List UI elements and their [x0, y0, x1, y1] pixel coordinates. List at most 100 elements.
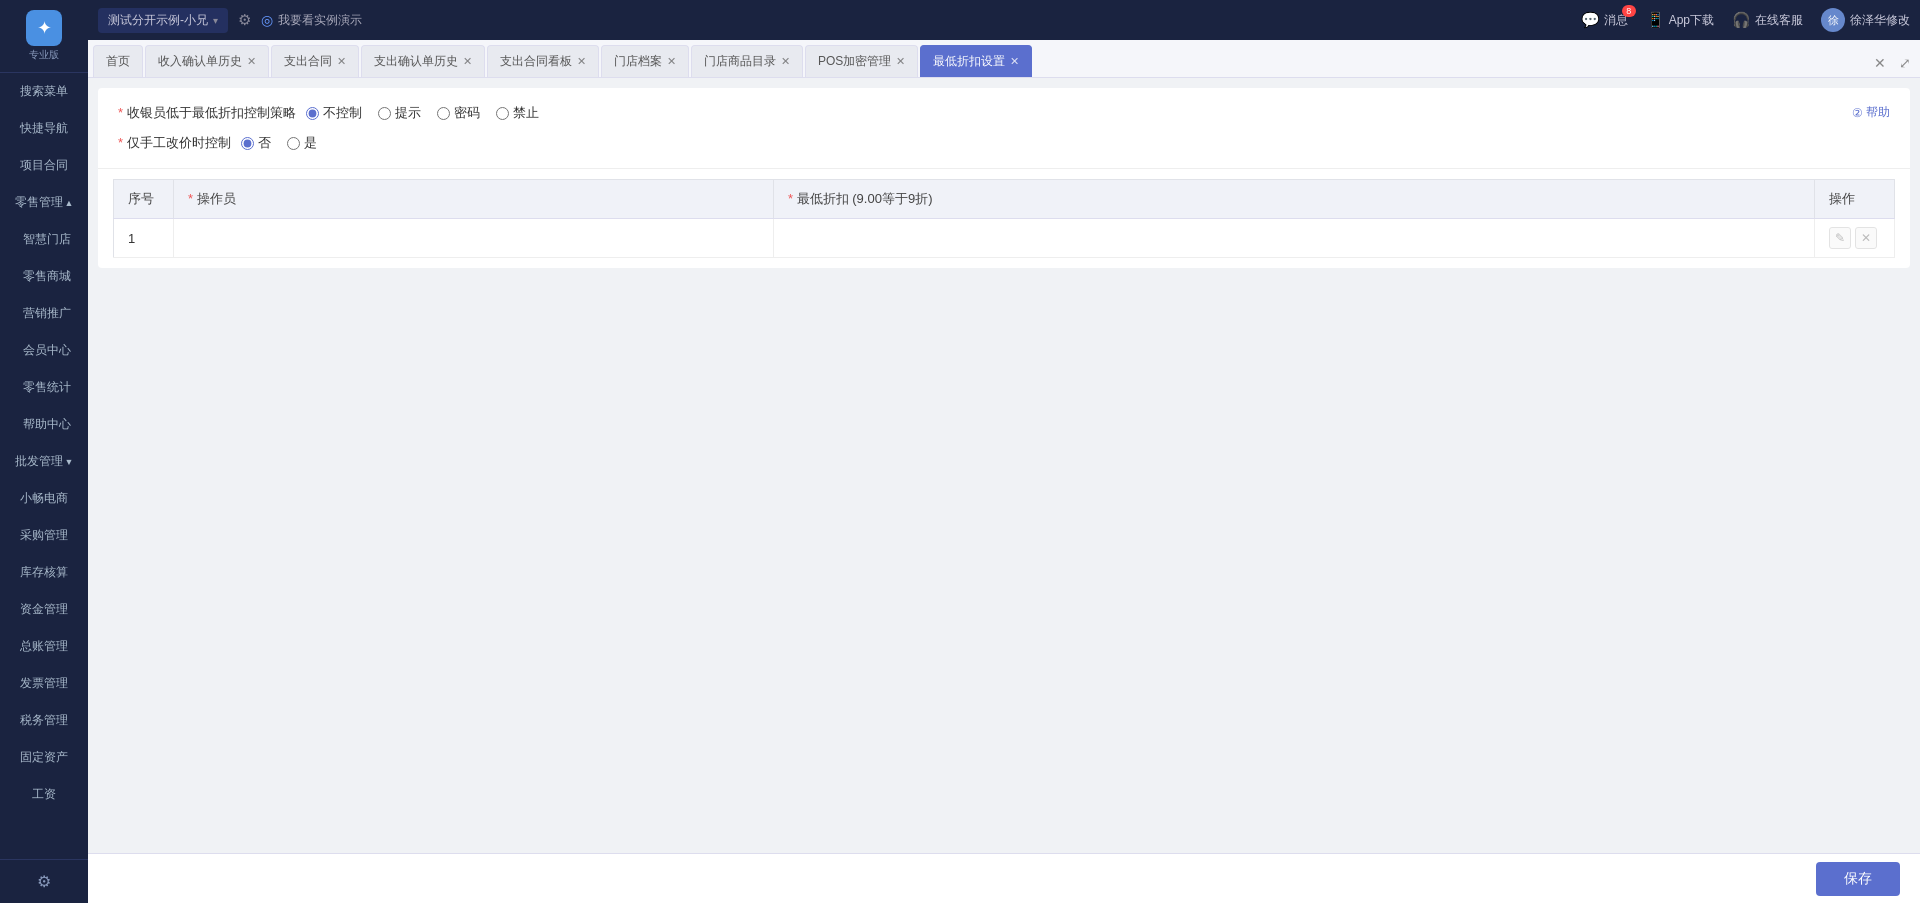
sidebar-item-label: 采购管理 [20, 527, 68, 544]
tabbar: 首页 收入确认单历史 ✕ 支出合同 ✕ 支出确认单历史 ✕ 支出合同看板 ✕ 门… [88, 40, 1920, 78]
sidebar-item-tax[interactable]: 税务管理 [0, 702, 88, 739]
demo-icon: ◎ [261, 12, 273, 28]
retail-collapse-icon: ▲ [65, 198, 74, 208]
sidebar-item-batch[interactable]: 批发管理 ▼ [0, 443, 88, 480]
sidebar-item-smart-store[interactable]: 智慧门店 [0, 221, 88, 258]
tab-payment-confirm[interactable]: 支出确认单历史 ✕ [361, 45, 485, 77]
manual-yes-label: 是 [304, 134, 317, 152]
delete-button[interactable]: ✕ [1855, 227, 1877, 249]
tab-income-confirm-close-icon[interactable]: ✕ [247, 55, 256, 68]
demo-text: 我要看实例演示 [278, 12, 362, 29]
tab-payment-contract-label: 支出合同 [284, 53, 332, 70]
save-button[interactable]: 保存 [1816, 862, 1900, 896]
sidebar-item-label: 智慧门店 [23, 231, 71, 248]
sidebar-item-member[interactable]: 会员中心 [0, 332, 88, 369]
sidebar-item-ledger[interactable]: 总账管理 [0, 628, 88, 665]
sidebar-item-asset[interactable]: 固定资产 [0, 739, 88, 776]
cell-seq: 1 [114, 219, 174, 258]
sidebar-item-retail-mall[interactable]: 零售商城 [0, 258, 88, 295]
tab-store-archive-label: 门店档案 [614, 53, 662, 70]
option-no-control[interactable]: 不控制 [306, 104, 362, 122]
help-link[interactable]: ② 帮助 [1852, 104, 1890, 121]
tab-store-archive[interactable]: 门店档案 ✕ [601, 45, 689, 77]
tab-payment-contract[interactable]: 支出合同 ✕ [271, 45, 359, 77]
project-selector[interactable]: 测试分开示例-小兄 ▾ [98, 8, 228, 33]
expand-tabs-icon[interactable]: ⤢ [1895, 53, 1915, 73]
sidebar-item-capital[interactable]: 资金管理 [0, 591, 88, 628]
content-area: ② 帮助 收银员低于最低折扣控制策略 不控制 提示 [88, 78, 1920, 853]
tab-payment-view[interactable]: 支出合同看板 ✕ [487, 45, 599, 77]
forbid-label: 禁止 [513, 104, 539, 122]
manual-yes-radio[interactable] [287, 137, 300, 150]
user-menu[interactable]: 徐 徐泽华修改 [1821, 8, 1910, 32]
sidebar-item-inventory[interactable]: 库存核算 [0, 554, 88, 591]
option-forbid[interactable]: 禁止 [496, 104, 539, 122]
tabbar-actions: ✕ ⤢ [1870, 53, 1915, 77]
sidebar-item-retail-stat[interactable]: 零售统计 [0, 369, 88, 406]
manual-no-radio[interactable] [241, 137, 254, 150]
sidebar-item-project[interactable]: 项目合同 [0, 147, 88, 184]
sidebar-item-search[interactable]: 搜索菜单 [0, 73, 88, 110]
tab-store-products[interactable]: 门店商品目录 ✕ [691, 45, 803, 77]
app-download-label: App下载 [1669, 12, 1714, 29]
message-button[interactable]: 💬 消息 8 [1581, 11, 1628, 29]
close-tab-icon[interactable]: ✕ [1870, 53, 1890, 73]
option-no[interactable]: 否 [241, 134, 271, 152]
sidebar: ✦ 专业版 搜索菜单 快捷导航 项目合同 零售管理 ▲ 智慧门店 零售商城 营销… [0, 0, 88, 903]
project-name: 测试分开示例-小兄 [108, 12, 208, 29]
no-control-radio[interactable] [306, 107, 319, 120]
customer-service-button[interactable]: 🎧 在线客服 [1732, 11, 1803, 29]
tab-store-archive-close-icon[interactable]: ✕ [667, 55, 676, 68]
avatar: 徐 [1821, 8, 1845, 32]
batch-expand-icon: ▼ [65, 457, 74, 467]
manual-price-options: 否 是 [241, 134, 317, 152]
demo-link[interactable]: ◎ 我要看实例演示 [261, 12, 362, 29]
sidebar-item-ecommerce[interactable]: 小畅电商 [0, 480, 88, 517]
user-name: 徐泽华修改 [1850, 12, 1910, 29]
option-password[interactable]: 密码 [437, 104, 480, 122]
message-icon: 💬 [1581, 11, 1600, 29]
edit-button[interactable]: ✎ [1829, 227, 1851, 249]
sidebar-item-label: 小畅电商 [20, 490, 68, 507]
password-radio[interactable] [437, 107, 450, 120]
sidebar-item-invoice[interactable]: 发票管理 [0, 665, 88, 702]
tab-home[interactable]: 首页 [93, 45, 143, 77]
topbar: 测试分开示例-小兄 ▾ ⚙ ◎ 我要看实例演示 💬 消息 8 📱 App下载 🎧… [88, 0, 1920, 40]
tab-payment-view-close-icon[interactable]: ✕ [577, 55, 586, 68]
tab-min-discount[interactable]: 最低折扣设置 ✕ [920, 45, 1032, 77]
sidebar-item-marketing[interactable]: 营销推广 [0, 295, 88, 332]
sidebar-item-purchase[interactable]: 采购管理 [0, 517, 88, 554]
content-panel: ② 帮助 收银员低于最低折扣控制策略 不控制 提示 [98, 88, 1910, 268]
help-text: 帮助 [1866, 104, 1890, 121]
forbid-radio[interactable] [496, 107, 509, 120]
sidebar-item-help[interactable]: 帮助中心 [0, 406, 88, 443]
tab-pos-password[interactable]: POS加密管理 ✕ [805, 45, 918, 77]
sidebar-item-shortcut[interactable]: 快捷导航 [0, 110, 88, 147]
sidebar-item-salary[interactable]: 工资 [0, 776, 88, 813]
table-section: 序号 操作员 最低折扣 (9.00等于9折) 操作 1 [98, 169, 1910, 268]
option-remind[interactable]: 提示 [378, 104, 421, 122]
settings-icon[interactable]: ⚙ [37, 872, 51, 891]
footer: 保存 [88, 853, 1920, 903]
password-label: 密码 [454, 104, 480, 122]
customer-service-label: 在线客服 [1755, 12, 1803, 29]
cell-actions: ✎ ✕ [1815, 219, 1895, 258]
remind-radio[interactable] [378, 107, 391, 120]
tab-payment-contract-close-icon[interactable]: ✕ [337, 55, 346, 68]
sidebar-item-label: 零售统计 [23, 379, 71, 396]
option-yes[interactable]: 是 [287, 134, 317, 152]
tab-payment-confirm-label: 支出确认单历史 [374, 53, 458, 70]
topbar-gear-icon[interactable]: ⚙ [238, 11, 251, 29]
tab-pos-password-close-icon[interactable]: ✕ [896, 55, 905, 68]
tab-min-discount-close-icon[interactable]: ✕ [1010, 55, 1019, 68]
main-area: 测试分开示例-小兄 ▾ ⚙ ◎ 我要看实例演示 💬 消息 8 📱 App下载 🎧… [88, 0, 1920, 903]
tab-store-products-close-icon[interactable]: ✕ [781, 55, 790, 68]
tab-payment-confirm-close-icon[interactable]: ✕ [463, 55, 472, 68]
tab-income-confirm[interactable]: 收入确认单历史 ✕ [145, 45, 269, 77]
tab-min-discount-label: 最低折扣设置 [933, 53, 1005, 70]
tab-income-confirm-label: 收入确认单历史 [158, 53, 242, 70]
sidebar-item-retail[interactable]: 零售管理 ▲ [0, 184, 88, 221]
app-download-button[interactable]: 📱 App下载 [1646, 11, 1714, 29]
sidebar-item-label: 零售管理 [15, 194, 63, 211]
cell-min-discount [774, 219, 1815, 258]
